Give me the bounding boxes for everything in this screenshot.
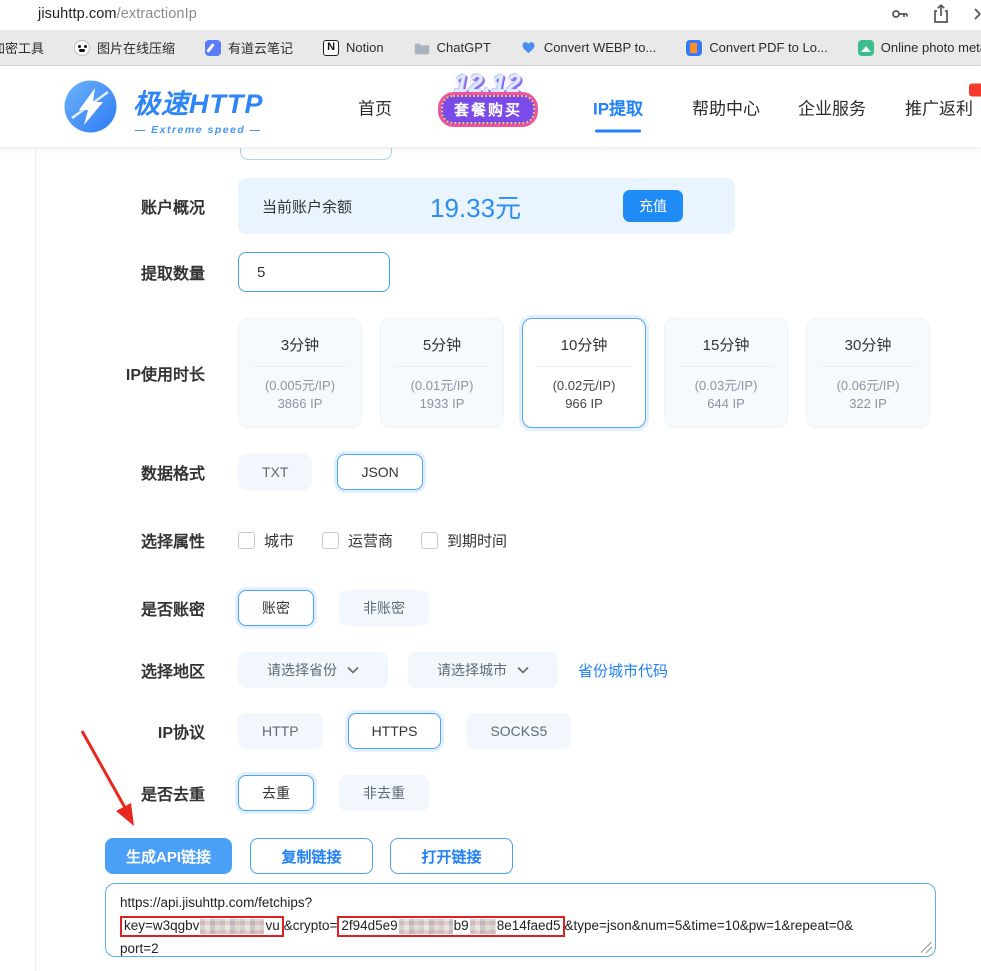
format-option-txt[interactable]: TXT [238,454,313,490]
bookmark-item[interactable]: N Notion [323,39,384,56]
generate-api-link-button[interactable]: 生成API链接 [105,838,232,874]
city-select[interactable]: 请选择城市 [408,652,558,688]
balance-value: 19.33元 [430,192,522,223]
duration-option-30min[interactable]: 30分钟 (0.06元/IP) 322 IP [806,318,930,428]
duration-option-3min[interactable]: 3分钟 (0.005元/IP) 3866 IP [238,318,362,428]
share-icon[interactable] [931,3,951,25]
api-url-line2: key=w3qgbv vu &crypto= 2f94d5e9 b9 8e14faed5 &… [120,914,921,938]
protocol-option-https[interactable]: HTTPS [347,713,442,749]
bookmark-item[interactable]: Convert WEBP to... [521,40,656,56]
format-option-json[interactable]: JSON [337,454,423,490]
divider [820,366,916,367]
url-host: jisuhttp.com [38,6,117,22]
api-url-line3: port=2 [120,941,159,957]
address-url[interactable]: jisuhttp.com/extractionIp [38,6,197,22]
quantity-input[interactable] [238,252,390,292]
dedup-option-no[interactable]: 非去重 [339,775,429,811]
divider [252,366,348,367]
pixelated-blur [398,919,453,935]
youdao-note-icon [205,39,222,56]
duration-option-15min[interactable]: 15分钟 (0.03元/IP) 644 IP [664,318,788,428]
active-tab-underline [595,129,642,132]
auth-option-credential[interactable]: 账密 [238,590,314,626]
url-path: /extractionIp [116,6,197,22]
dedup-option-yes[interactable]: 去重 [238,775,314,811]
promo-badge-1212[interactable]: 12.12 套餐购买 [428,70,548,127]
pixelated-blur [200,919,265,935]
recharge-button[interactable]: 充值 [623,190,683,222]
checkbox-icon[interactable] [322,531,340,549]
auth-option-no-credential[interactable]: 非账密 [339,590,429,626]
site-header: 极速HTTP — Extreme speed — 首页 12.12 套餐购买 I… [0,66,981,148]
attribute-checkbox-expire[interactable]: 到期时间 [421,530,507,551]
redacted-key-highlight: key=w3qgbv vu [120,916,284,938]
province-select[interactable]: 请选择省份 [238,652,388,688]
brand-name: 极速HTTP [133,89,264,119]
format-label: 数据格式 [140,466,205,483]
open-link-button[interactable]: 打开链接 [390,838,513,874]
textarea-resize-handle[interactable] [921,942,932,953]
bookmarks-bar: 加密工具 图片在线压缩 有道云笔记 NNotion ChatGPT Conver… [0,30,981,66]
pdf-converter-icon [686,39,703,56]
bookmark-item[interactable]: 图片在线压缩 [74,38,175,57]
auth-label: 是否账密 [140,602,205,619]
panda-icon [74,39,91,56]
promo-package-button[interactable]: 套餐购买 [437,92,538,127]
copy-link-button[interactable]: 复制链接 [250,838,373,874]
chevron-down-icon [517,666,529,674]
divider [536,366,632,367]
duration-label: IP使用时长 [125,367,205,384]
attribute-checkbox-isp[interactable]: 运营商 [322,530,393,551]
api-url-line1: https://api.jisuhttp.com/fetchips? [120,895,313,910]
protocol-label: IP协议 [157,725,205,742]
attribute-checkbox-city[interactable]: 城市 [238,530,294,551]
bookmark-item[interactable]: Online photo meta... [857,39,981,56]
duration-option-10min[interactable]: 10分钟 (0.02元/IP) 966 IP [522,318,646,428]
bookmark-item[interactable]: Convert PDF to Lo... [686,39,828,56]
nav-help-center[interactable]: 帮助中心 [692,94,760,119]
balance-label: 当前账户余额 [262,198,353,216]
redacted-crypto-highlight: 2f94d5e9 b9 8e14faed5 [337,916,565,938]
checkbox-icon[interactable] [421,531,439,549]
attributes-label: 选择属性 [140,534,205,551]
heart-icon [521,40,537,56]
divider [394,366,490,367]
account-overview-label: 账户概况 [140,200,205,217]
nav-ip-extract[interactable]: IP提取 [593,94,643,132]
lightning-logo-icon [62,78,119,140]
nav-enterprise[interactable]: 企业服务 [798,94,866,119]
api-link-textarea[interactable]: https://api.jisuhttp.com/fetchips? key=w… [105,883,936,957]
password-key-icon[interactable] [889,3,911,25]
protocol-option-socks5[interactable]: SOCKS5 [466,713,572,749]
quantity-label: 提取数量 [140,266,205,283]
clipped-toolbar-icon[interactable] [971,3,981,25]
region-label: 选择地区 [140,664,205,681]
divider [678,366,774,367]
browser-url-bar[interactable]: jisuhttp.com/extractionIp [0,0,981,30]
notification-badge [969,83,981,96]
checkbox-icon[interactable] [238,531,255,549]
protocol-option-http[interactable]: HTTP [238,713,323,749]
folder-icon [414,40,430,56]
account-balance-panel: 当前账户余额 19.33元 充值 [238,178,735,234]
brand-tagline: — Extreme speed — [134,124,262,136]
bookmark-item[interactable]: 有道云笔记 [205,38,293,57]
pixelated-blur [469,919,496,935]
bookmark-item[interactable]: 加密工具 [0,38,44,57]
dedup-label: 是否去重 [140,787,205,804]
notion-icon: N [323,39,340,56]
chevron-down-icon [347,666,359,674]
bookmark-item[interactable]: ChatGPT [414,40,491,56]
nav-home[interactable]: 首页 [358,94,392,119]
photo-meta-icon [857,39,874,56]
duration-option-5min[interactable]: 5分钟 (0.01元/IP) 1933 IP [380,318,504,428]
extraction-form: 账户概况 当前账户余额 19.33元 充值 提取数量 IP使用时长 3分钟 [0,118,981,971]
province-city-code-link[interactable]: 省份城市代码 [578,660,668,681]
site-logo[interactable]: 极速HTTP — Extreme speed — [62,78,264,140]
nav-referral[interactable]: 推广返利 [905,83,981,119]
page: jisuhttp.com/extractionIp 加密工具 图片在线压缩 有 [0,0,981,971]
